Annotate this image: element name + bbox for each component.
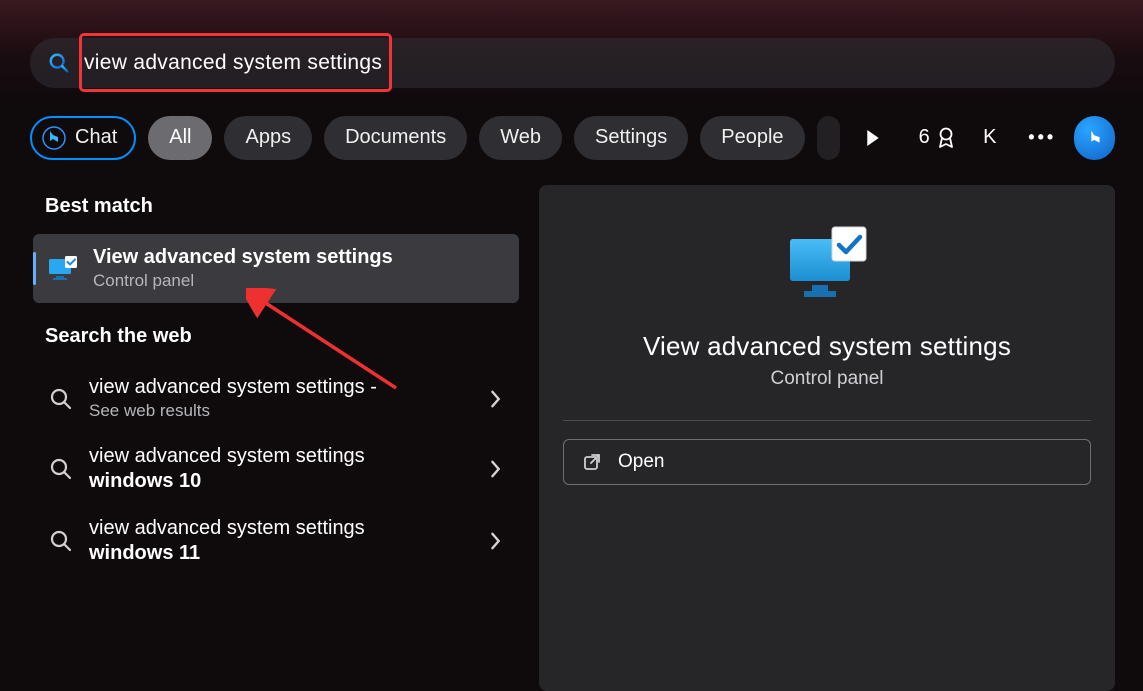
filter-row: Chat All Apps Documents Web Settings Peo… xyxy=(30,115,1115,160)
divider xyxy=(563,420,1091,421)
filter-all[interactable]: All xyxy=(148,116,212,160)
web-result-line2: windows 11 xyxy=(89,542,473,565)
chevron-right-icon xyxy=(487,390,505,408)
filter-all-label: All xyxy=(169,126,191,149)
section-search-web: Search the web xyxy=(45,325,519,348)
filter-settings-label: Settings xyxy=(595,126,667,149)
web-result-line1: view advanced system settings - xyxy=(89,376,473,399)
results-list: Best match View advanced system settings… xyxy=(33,185,519,691)
bing-chat-icon xyxy=(42,126,66,150)
results-area: Best match View advanced system settings… xyxy=(33,185,1115,691)
filter-apps-label: Apps xyxy=(245,126,291,149)
filter-people[interactable]: People xyxy=(700,116,804,160)
best-match-title: View advanced system settings xyxy=(93,246,505,269)
web-result-2[interactable]: view advanced system settings windows 11 xyxy=(33,505,519,577)
search-icon xyxy=(47,385,75,413)
result-text: view advanced system settings - See web … xyxy=(89,376,473,421)
section-best-match: Best match xyxy=(45,195,519,218)
ellipsis-icon: ••• xyxy=(1028,127,1056,148)
result-text: view advanced system settings windows 10 xyxy=(89,445,473,493)
web-result-0[interactable]: view advanced system settings - See web … xyxy=(33,364,519,433)
control-panel-icon-large xyxy=(782,219,872,309)
bing-chat-launcher[interactable] xyxy=(1074,116,1115,160)
result-text: View advanced system settings Control pa… xyxy=(93,246,505,291)
filter-documents[interactable]: Documents xyxy=(324,116,467,160)
result-text: view advanced system settings windows 11 xyxy=(89,517,473,565)
bing-icon xyxy=(1084,127,1106,149)
web-result-line1: view advanced system settings xyxy=(89,517,473,540)
filter-settings[interactable]: Settings xyxy=(574,116,688,160)
search-bar[interactable]: view advanced system settings xyxy=(30,38,1115,88)
more-button[interactable]: ••• xyxy=(1022,116,1063,160)
rewards-count: 6 xyxy=(919,126,930,149)
filter-apps[interactable]: Apps xyxy=(224,116,312,160)
web-result-line2: windows 10 xyxy=(89,470,473,493)
preview-subtitle: Control panel xyxy=(563,368,1091,390)
control-panel-icon xyxy=(47,253,79,285)
search-icon xyxy=(47,455,75,483)
filter-overflow[interactable] xyxy=(817,116,841,160)
filter-chat-label: Chat xyxy=(75,126,117,149)
web-result-line1: view advanced system settings xyxy=(89,445,473,468)
scroll-next-button[interactable] xyxy=(852,116,893,160)
search-input[interactable]: view advanced system settings xyxy=(84,51,382,75)
rewards-badge[interactable]: 6 xyxy=(917,116,958,160)
filter-people-label: People xyxy=(721,126,783,149)
preview-title: View advanced system settings xyxy=(563,331,1091,362)
preview-pane: View advanced system settings Control pa… xyxy=(539,185,1115,691)
filter-documents-label: Documents xyxy=(345,126,446,149)
chevron-right-icon xyxy=(487,460,505,478)
open-button[interactable]: Open xyxy=(563,439,1091,485)
best-match-result[interactable]: View advanced system settings Control pa… xyxy=(33,234,519,303)
filter-web-label: Web xyxy=(500,126,541,149)
filter-web[interactable]: Web xyxy=(479,116,562,160)
open-label: Open xyxy=(618,451,664,473)
search-icon xyxy=(47,527,75,555)
account-avatar[interactable]: K xyxy=(969,116,1010,160)
open-external-icon xyxy=(582,452,602,472)
best-match-subtitle: Control panel xyxy=(93,271,505,291)
play-icon xyxy=(866,130,880,146)
search-icon xyxy=(48,52,70,74)
filter-chat[interactable]: Chat xyxy=(30,116,136,160)
web-result-line2: See web results xyxy=(89,401,473,421)
chevron-right-icon xyxy=(487,532,505,550)
web-result-1[interactable]: view advanced system settings windows 10 xyxy=(33,433,519,505)
medal-icon xyxy=(936,127,956,149)
